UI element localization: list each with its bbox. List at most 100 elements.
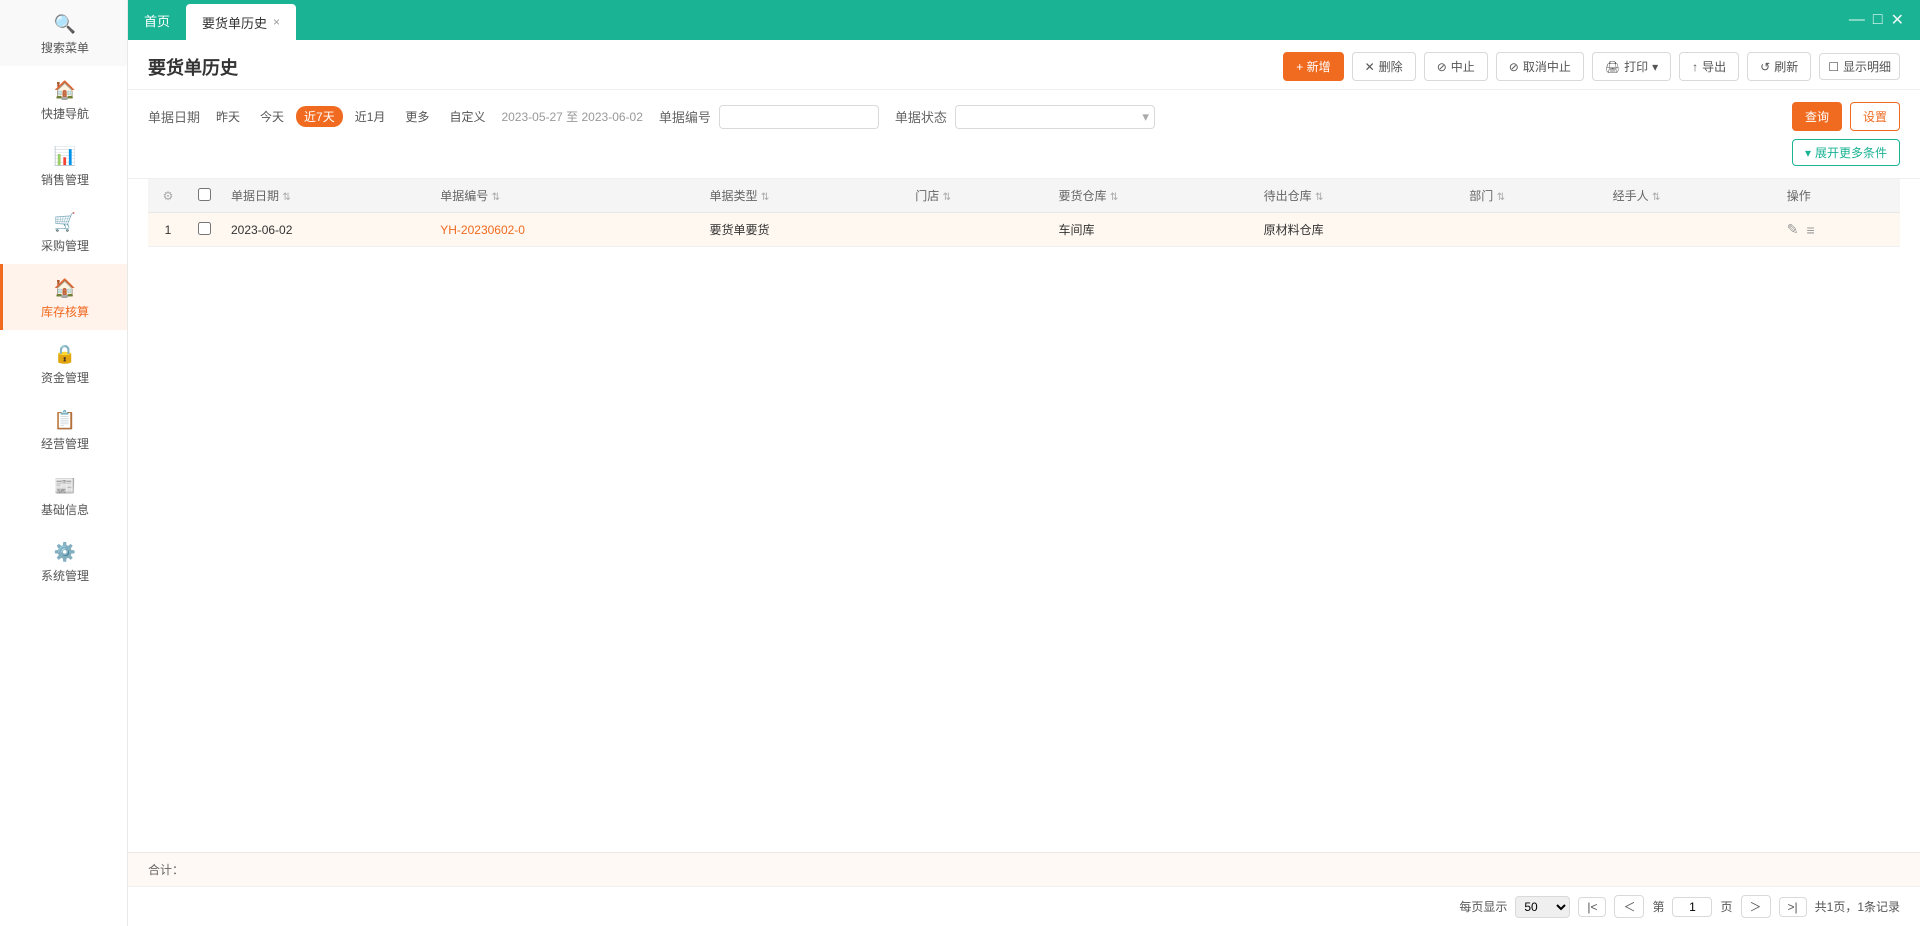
filter-action-buttons: 查询 设置 bbox=[1792, 102, 1900, 131]
th-handler[interactable]: 经手人 ⇅ bbox=[1603, 179, 1777, 213]
window-minimize-icon[interactable]: — bbox=[1849, 11, 1865, 29]
date-btn-last1month[interactable]: 近1月 bbox=[347, 106, 394, 127]
page-title: 要货单历史 bbox=[148, 54, 238, 80]
date-btn-yesterday[interactable]: 昨天 bbox=[208, 106, 248, 127]
sidebar-item-label: 销售管理 bbox=[41, 171, 89, 188]
date-btn-today[interactable]: 今天 bbox=[252, 106, 292, 127]
sidebar-item-operations[interactable]: 📋 经营管理 bbox=[0, 396, 127, 462]
stop-icon: ⊘ bbox=[1437, 60, 1447, 74]
date-range-display: 2023-05-27 至 2023-06-02 bbox=[501, 108, 642, 125]
th-actions: 操作 bbox=[1777, 179, 1900, 213]
new-button[interactable]: + 新增 bbox=[1283, 52, 1343, 81]
th-pending-warehouse[interactable]: 待出仓库 ⇅ bbox=[1254, 179, 1460, 213]
page-size-label: 每页显示 bbox=[1459, 898, 1507, 915]
page-suffix: 页 bbox=[1720, 898, 1732, 915]
gear-icon: ⚙️ bbox=[54, 542, 76, 563]
export-button[interactable]: ↑ 导出 bbox=[1679, 52, 1739, 81]
date-btn-more[interactable]: 更多 bbox=[397, 106, 437, 127]
cell-actions: ✎ ≡ bbox=[1777, 213, 1900, 247]
table-body: 1 2023-06-02 YH-20230602-0 要货单要货 车间库 bbox=[148, 213, 1900, 247]
last-page-button[interactable]: >| bbox=[1779, 897, 1807, 917]
select-all-checkbox[interactable] bbox=[198, 188, 211, 201]
sidebar-item-system[interactable]: ⚙️ 系统管理 bbox=[0, 528, 127, 594]
th-store[interactable]: 门店 ⇅ bbox=[905, 179, 1048, 213]
settings-button[interactable]: 设置 bbox=[1850, 102, 1900, 131]
cell-store bbox=[905, 213, 1048, 247]
prev-page-button[interactable]: ＜ bbox=[1614, 895, 1644, 918]
tab-home-label: 首页 bbox=[144, 11, 170, 30]
th-department[interactable]: 部门 ⇅ bbox=[1459, 179, 1602, 213]
tab-home[interactable]: 首页 bbox=[128, 0, 186, 40]
table-footer: 合计： bbox=[128, 852, 1920, 886]
window-close-icon[interactable]: ✕ bbox=[1891, 10, 1904, 30]
filter-area: 单据日期 昨天 今天 近7天 近1月 更多 自定义 2023-05-27 至 2… bbox=[128, 90, 1920, 179]
row-more-icon[interactable]: ≡ bbox=[1807, 222, 1815, 238]
query-button[interactable]: 查询 bbox=[1792, 102, 1842, 131]
status-label: 单据状态 bbox=[895, 107, 947, 126]
page-size-select[interactable]: 50 20 100 200 bbox=[1515, 896, 1570, 918]
doc-number-filter: 单据编号 bbox=[659, 105, 879, 129]
page-label: 第 bbox=[1652, 898, 1664, 915]
table-wrapper: ⚙ 单据日期 ⇅ 单据编号 ⇅ bbox=[128, 179, 1920, 852]
expand-filter-button[interactable]: ▾ 展开更多条件 bbox=[1792, 139, 1900, 166]
sidebar: 🔍 搜索菜单 🏠 快捷导航 📊 销售管理 🛒 采购管理 🏠 库存核算 🔒 资金管… bbox=[0, 0, 128, 926]
print-icon: 🖨 bbox=[1605, 60, 1620, 74]
cell-doc-number: YH-20230602-0 bbox=[430, 213, 699, 247]
row-checkbox[interactable] bbox=[198, 222, 211, 235]
sort-doc-date-icon: ⇅ bbox=[282, 192, 290, 203]
th-doc-date[interactable]: 单据日期 ⇅ bbox=[221, 179, 430, 213]
sidebar-item-sales[interactable]: 📊 销售管理 bbox=[0, 132, 127, 198]
delete-button[interactable]: ✕ 删除 bbox=[1352, 52, 1416, 81]
cell-checkbox bbox=[188, 213, 221, 247]
filter-expand-row: ▾ 展开更多条件 bbox=[148, 139, 1900, 166]
date-buttons: 昨天 今天 近7天 近1月 更多 自定义 bbox=[208, 106, 493, 127]
next-page-button[interactable]: ＞ bbox=[1741, 895, 1771, 918]
sidebar-item-finance[interactable]: 🔒 资金管理 bbox=[0, 330, 127, 396]
print-button[interactable]: 🖨 打印 ▾ bbox=[1592, 52, 1671, 81]
date-btn-last7days[interactable]: 近7天 bbox=[296, 106, 343, 127]
tab-requisition-label: 要货单历史 bbox=[202, 13, 267, 32]
cart-icon: 🛒 bbox=[54, 212, 76, 233]
row-action-buttons: ✎ ≡ bbox=[1787, 221, 1890, 238]
doc-number-link[interactable]: YH-20230602-0 bbox=[440, 223, 525, 237]
header-actions: + 新增 ✕ 删除 ⊘ 中止 ⊘ 取消中止 🖨 打印 bbox=[1283, 52, 1900, 81]
doc-number-input[interactable] bbox=[719, 105, 879, 129]
tab-requisition-history[interactable]: 要货单历史 × bbox=[186, 4, 296, 40]
refresh-button[interactable]: ↺ 刷新 bbox=[1747, 52, 1811, 81]
sort-department-icon: ⇅ bbox=[1497, 192, 1505, 203]
th-doc-number[interactable]: 单据编号 ⇅ bbox=[430, 179, 699, 213]
first-page-button[interactable]: |< bbox=[1578, 897, 1606, 917]
cell-num: 1 bbox=[148, 213, 188, 247]
status-select[interactable] bbox=[955, 105, 1155, 129]
sidebar-item-basic[interactable]: 📰 基础信息 bbox=[0, 462, 127, 528]
status-filter: 单据状态 ▾ bbox=[895, 105, 1155, 129]
requisition-table: ⚙ 单据日期 ⇅ 单据编号 ⇅ bbox=[148, 179, 1900, 247]
sidebar-item-label: 系统管理 bbox=[41, 567, 89, 584]
sidebar-item-purchase[interactable]: 🛒 采购管理 bbox=[0, 198, 127, 264]
display-detail-checkbox: ☐ bbox=[1828, 60, 1839, 74]
table-settings-icon[interactable]: ⚙ bbox=[163, 189, 174, 203]
date-filter-label: 单据日期 bbox=[148, 107, 200, 126]
sidebar-item-inventory[interactable]: 🏠 库存核算 bbox=[0, 264, 127, 330]
page-number-input[interactable] bbox=[1672, 897, 1712, 917]
sidebar-item-label: 基础信息 bbox=[41, 501, 89, 518]
display-detail-button[interactable]: ☐ 显示明细 bbox=[1819, 53, 1900, 80]
right-panel: 首页 要货单历史 × — □ ✕ 要货单历史 + 新增 ✕ bbox=[128, 0, 1920, 926]
th-settings: ⚙ bbox=[148, 179, 188, 213]
cancel-stop-button[interactable]: ⊘ 取消中止 bbox=[1496, 52, 1584, 81]
window-controls: — □ ✕ bbox=[1849, 10, 1920, 30]
sidebar-item-quicknav[interactable]: 🏠 快捷导航 bbox=[0, 66, 127, 132]
sort-req-warehouse-icon: ⇅ bbox=[1110, 192, 1118, 203]
date-btn-custom[interactable]: 自定义 bbox=[441, 106, 493, 127]
stop-button[interactable]: ⊘ 中止 bbox=[1424, 52, 1488, 81]
tab-close-icon[interactable]: × bbox=[273, 15, 280, 29]
refresh-icon: ↺ bbox=[1760, 60, 1770, 74]
row-edit-icon[interactable]: ✎ bbox=[1787, 221, 1799, 238]
main-content: 要货单历史 + 新增 ✕ 删除 ⊘ 中止 ⊘ 取消中止 bbox=[128, 40, 1920, 926]
sidebar-item-search[interactable]: 🔍 搜索菜单 bbox=[0, 0, 127, 66]
sort-handler-icon: ⇅ bbox=[1652, 192, 1660, 203]
th-req-warehouse[interactable]: 要货仓库 ⇅ bbox=[1049, 179, 1254, 213]
sidebar-item-label: 经营管理 bbox=[41, 435, 89, 452]
window-maximize-icon[interactable]: □ bbox=[1873, 11, 1883, 29]
th-doc-type[interactable]: 单据类型 ⇅ bbox=[700, 179, 906, 213]
